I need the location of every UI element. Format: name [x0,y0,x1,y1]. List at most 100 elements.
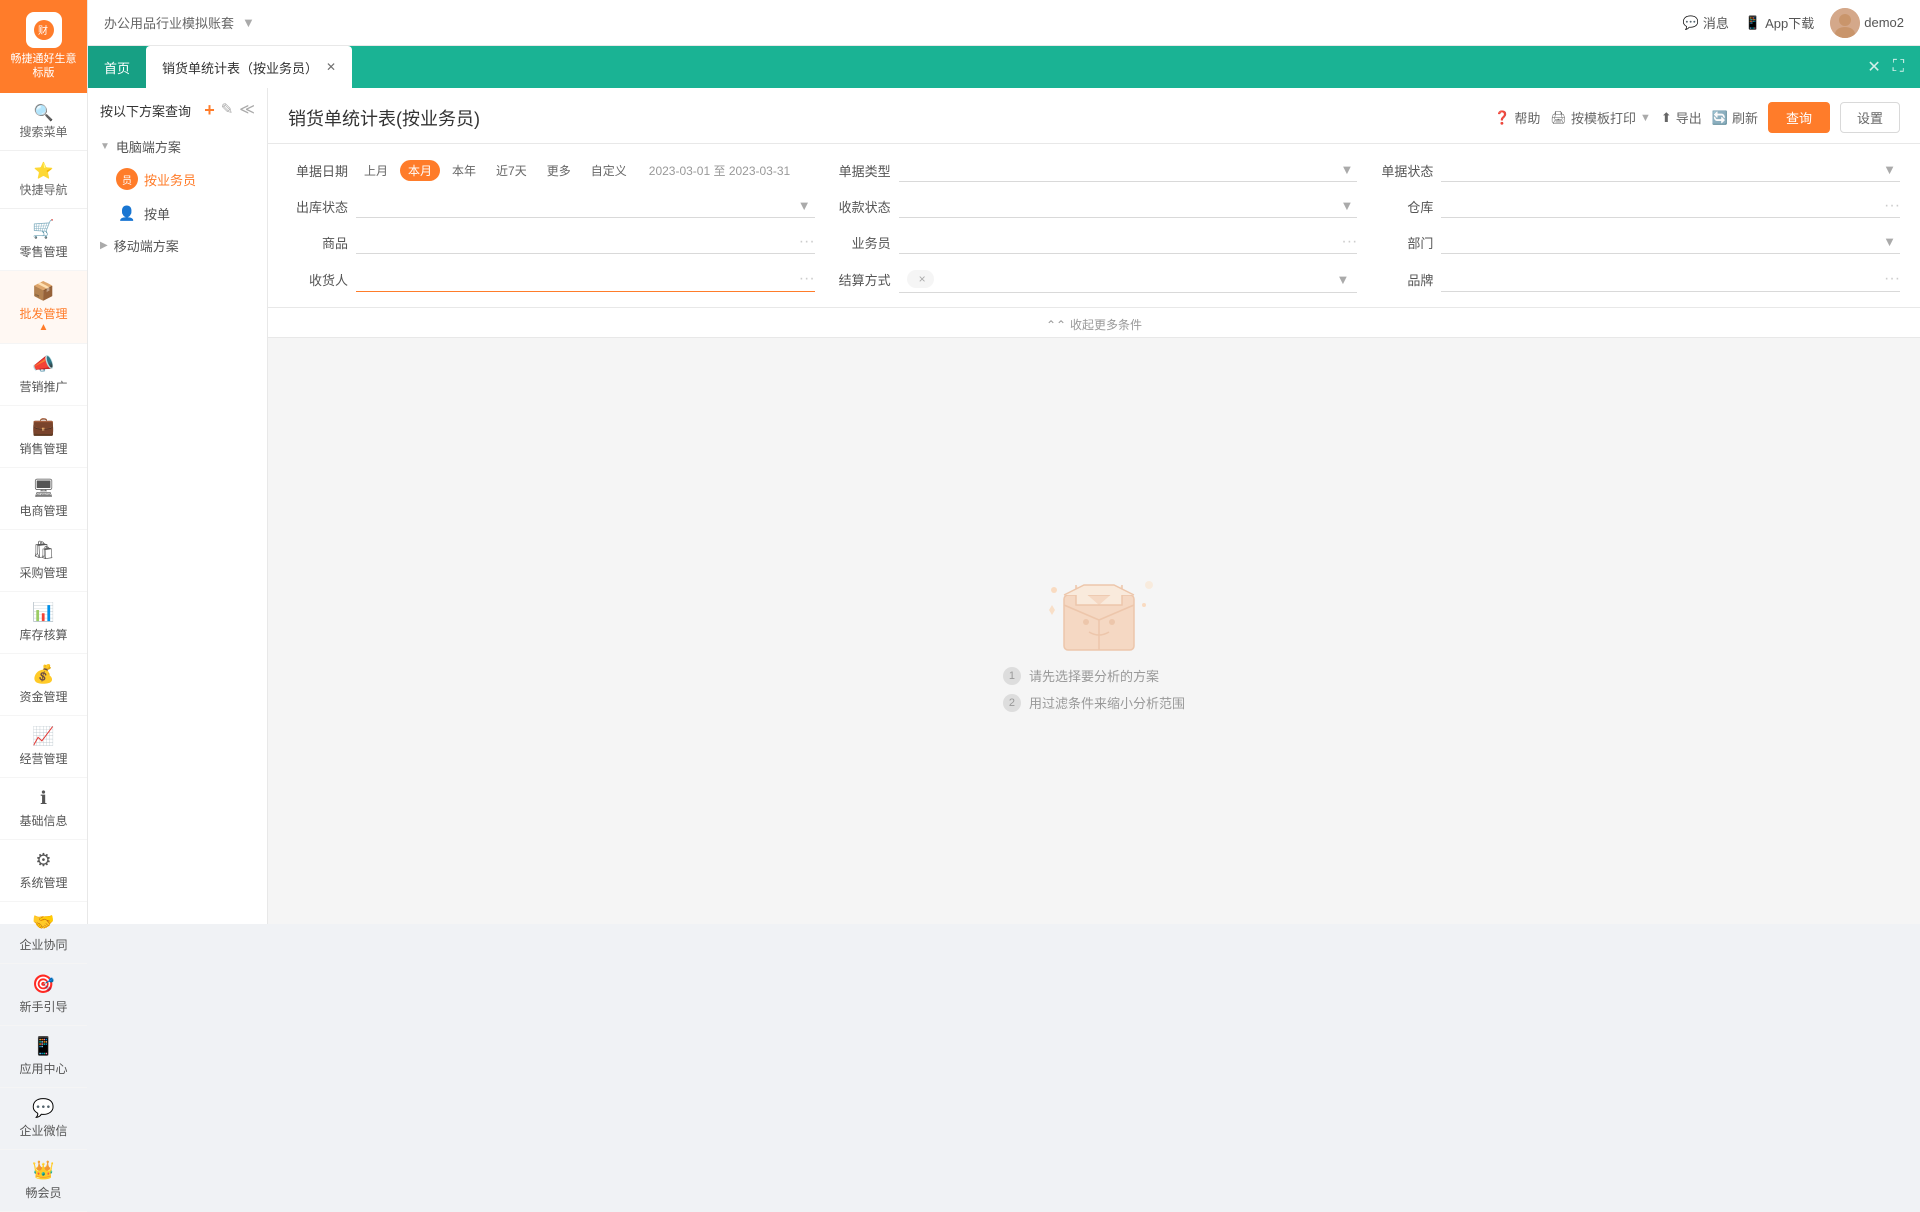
sidebar-item-wechat[interactable]: 💬 企业微信 [0,1088,87,1150]
export-button[interactable]: ⬆ 导出 [1661,108,1702,127]
out-status-select[interactable]: ▼ [356,194,815,218]
sidebar-item-label: 系统管理 [19,874,67,891]
date-tab-this-year[interactable]: 本年 [444,160,484,181]
username-label: demo2 [1864,15,1904,30]
sidebar-item-purchase[interactable]: 🛍 采购管理 [0,530,87,592]
sidebar-item-label: 资金管理 [19,688,67,705]
edit-scheme-button[interactable]: ✎ [221,100,234,121]
date-tab-7days[interactable]: 近7天 [488,160,535,181]
wholesale-icon: 📦 [32,281,54,302]
print-icon: 🖨 [1550,110,1567,126]
sidebar-item-enterprise[interactable]: 🤝 企业协同 [0,902,87,964]
sidebar-item-label: 批发管理 [19,305,67,322]
export-icon: ⬆ [1661,110,1672,126]
sidebar-item-wholesale[interactable]: 📦 批发管理 ▲ [0,271,87,344]
goods-input[interactable] [356,230,799,253]
user-profile[interactable]: demo2 [1830,8,1904,38]
tree-label-mobile: 移动端方案 [114,236,179,255]
logo-icon: 财 [26,12,62,48]
consignee-input[interactable] [356,268,799,291]
receipt-status-select-input[interactable] [899,194,1358,217]
sidebar-item-retail[interactable]: 🛒 零售管理 [0,209,87,271]
brand-dots[interactable]: ··· [1884,270,1900,288]
download-icon: 📱 [1745,15,1761,31]
doc-type-select[interactable]: ▼ [899,158,1358,182]
print-button[interactable]: 🖨 按模板打印 ▼ [1550,108,1650,127]
out-status-select-input[interactable] [356,194,815,217]
sidebar-item-appstore[interactable]: 📱 应用中心 [0,1026,87,1088]
department-select-input[interactable] [1441,230,1900,253]
doc-status-select-input[interactable] [1441,158,1900,181]
tab-close-icon[interactable]: ✕ [326,60,336,74]
collapse-button[interactable]: ⌃⌃ 收起更多条件 [1046,316,1142,333]
messages-button[interactable]: 💬 消息 [1683,13,1729,32]
add-scheme-button[interactable]: + [204,100,215,121]
tab-home[interactable]: 首页 [88,46,146,88]
sidebar-item-member[interactable]: 👑 畅会员 [0,1150,87,1212]
empty-state: 1 请先选择要分析的方案 2 用过滤条件来缩小分析范围 [1003,550,1185,712]
refresh-button[interactable]: 🔄 刷新 [1712,108,1758,127]
department-label: 部门 [1373,233,1433,252]
salesperson-filter-label: 业务员 [831,233,891,252]
empty-illustration [1034,550,1154,650]
doc-type-label: 单据类型 [831,161,891,180]
sidebar-item-label: 基础信息 [19,812,67,829]
sidebar-item-marketing[interactable]: 📣 营销推广 [0,344,87,406]
sidebar-item-guide[interactable]: 🎯 新手引导 [0,964,87,1026]
app-logo[interactable]: 财 畅捷通好生意 标版 [0,0,87,93]
doc-status-select[interactable]: ▼ [1441,158,1900,182]
date-tab-custom[interactable]: 自定义 [583,160,635,181]
department-select[interactable]: ▼ [1441,230,1900,254]
settlement-tag-close[interactable]: × [919,272,926,286]
account-selector[interactable]: 办公用品行业模拟账套 ▼ [104,13,255,32]
search-menu-item[interactable]: 🔍 搜索菜单 [0,93,87,151]
brand-input[interactable] [1441,268,1884,291]
date-label: 单据日期 [288,161,348,180]
sidebar-item-finance[interactable]: 💰 资金管理 [0,654,87,716]
sidebar-item-ecommerce[interactable]: 🖥 电商管理 [0,468,87,530]
help-button[interactable]: ❓ 帮助 [1494,108,1540,127]
sidebar-item-sales[interactable]: 💼 销售管理 [0,406,87,468]
svg-text:财: 财 [38,24,48,37]
collapse-row: ⌃⌃ 收起更多条件 [268,308,1920,338]
tree-arrow-mobile: ▶ [100,240,108,251]
date-tab-more[interactable]: 更多 [539,160,579,181]
date-tab-last-month[interactable]: 上月 [356,160,396,181]
tab-sales-stats[interactable]: 销货单统计表（按业务员） ✕ [146,46,352,88]
tree-group-desktop[interactable]: ▼ 电脑端方案 [88,131,267,162]
warehouse-input[interactable] [1441,194,1884,217]
warehouse-dots[interactable]: ··· [1884,197,1900,215]
empty-tips: 1 请先选择要分析的方案 2 用过滤条件来缩小分析范围 [1003,666,1185,712]
quick-nav-item[interactable]: ⭐ 快捷导航 [0,151,87,209]
settings-button[interactable]: 设置 [1840,102,1900,133]
tree-group-mobile[interactable]: ▶ 移动端方案 [88,230,267,261]
doc-status-label: 单据状态 [1373,161,1433,180]
app-download-button[interactable]: 📱 App下载 [1745,13,1814,32]
goods-dots[interactable]: ··· [799,233,815,251]
settlement-caret[interactable]: ▼ [1336,272,1349,287]
tab-close-all-button[interactable]: ✕ [1863,53,1884,81]
filter-department: 部门 ▼ [1373,230,1900,254]
date-tab-this-month[interactable]: 本月 [400,160,440,181]
sidebar-item-operations[interactable]: 📈 经营管理 [0,716,87,778]
marketing-icon: 📣 [32,354,54,375]
sidebar-item-system[interactable]: ⚙ 系统管理 [0,840,87,902]
receipt-status-select[interactable]: ▼ [899,194,1358,218]
salesperson-dots[interactable]: ··· [1341,233,1357,251]
sidebar-item-label: 营销推广 [19,378,67,395]
tab-maximize-button[interactable]: ⛶ [1889,53,1908,81]
filter-row-4: 收货人 ··· 结算方式 × [288,266,1900,293]
inventory-icon: 📊 [32,602,54,623]
doc-type-select-input[interactable] [899,158,1358,181]
salesperson-input[interactable] [899,230,1342,253]
query-button[interactable]: 查询 [1768,102,1830,133]
tree-item-salesperson[interactable]: 员 按业务员 [116,162,267,196]
sidebar-item-inventory[interactable]: 📊 库存核算 [0,592,87,654]
collapse-panel-button[interactable]: ≪ [239,100,255,121]
goods-input-wrapper: ··· [356,230,815,254]
sidebar-item-basic[interactable]: ℹ 基础信息 [0,778,87,840]
consignee-dots[interactable]: ··· [799,270,815,288]
tree-item-order[interactable]: 👤 按单 [116,196,267,230]
logo-text: 畅捷通好生意 标版 [8,52,79,81]
app-download-label: App下载 [1765,13,1814,32]
